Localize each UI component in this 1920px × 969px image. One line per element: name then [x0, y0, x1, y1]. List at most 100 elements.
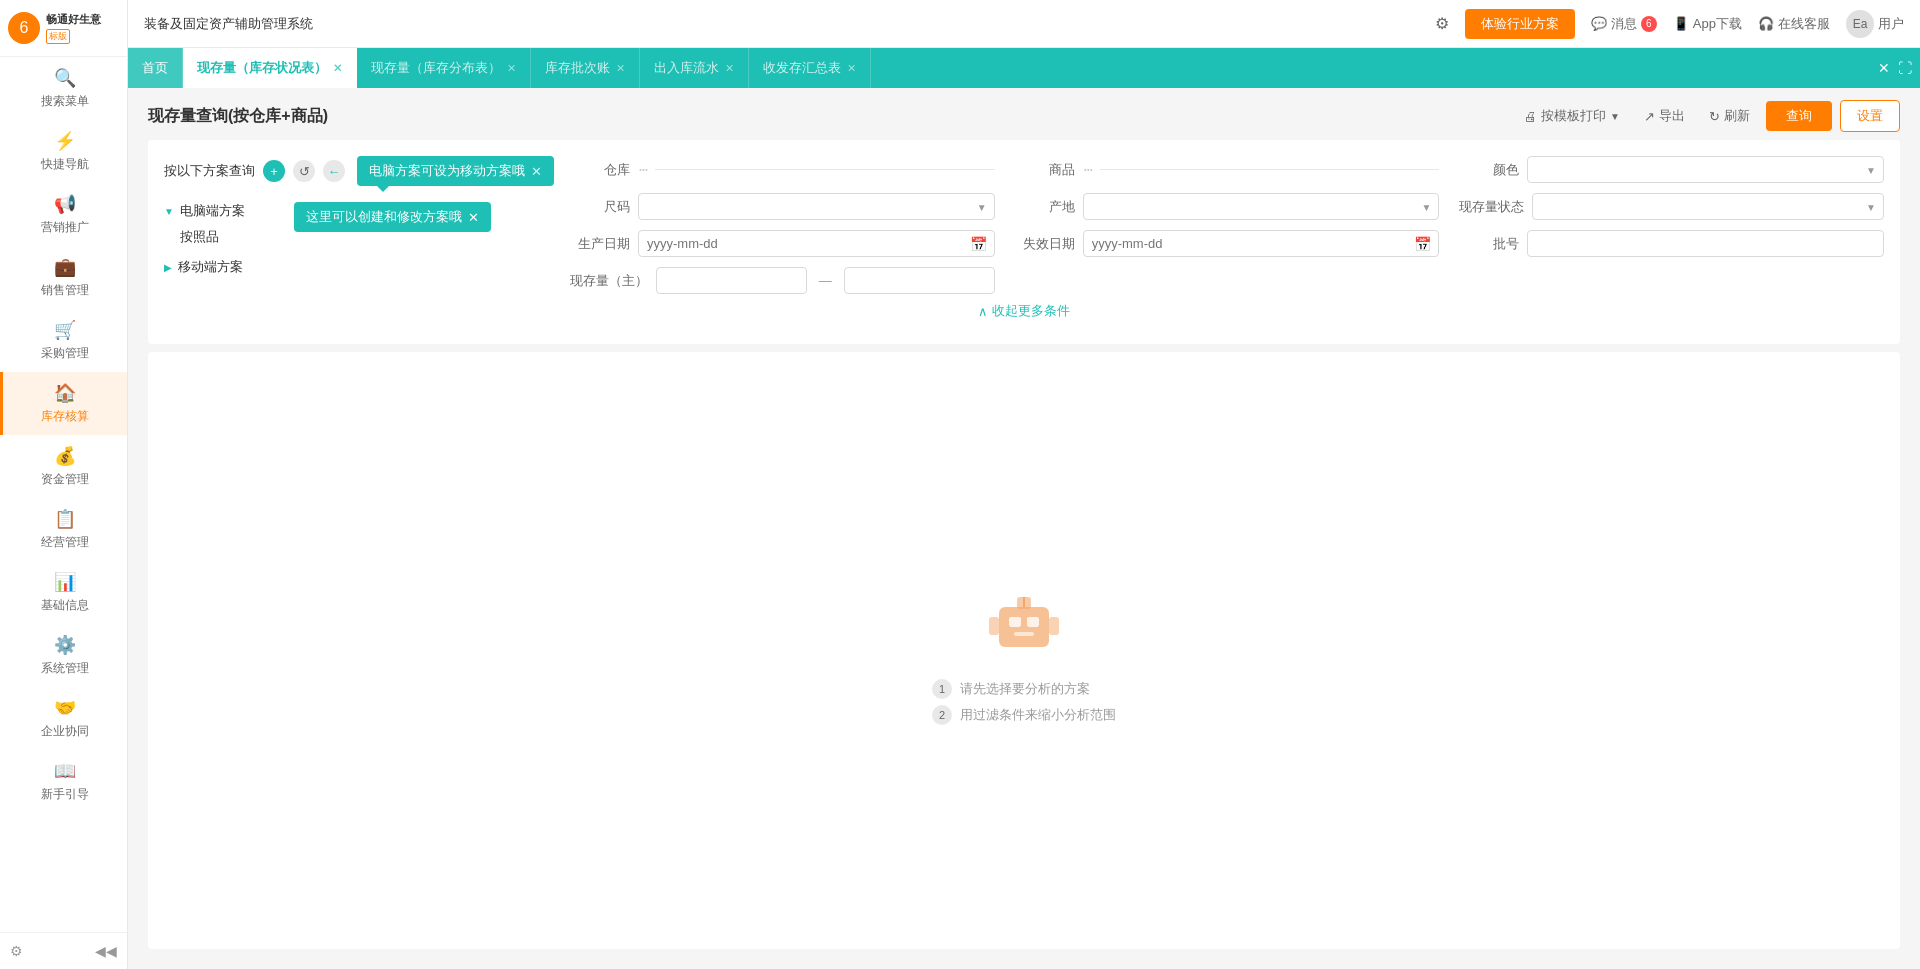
- tooltip2-close[interactable]: ✕: [468, 210, 479, 225]
- tab-stock-batch[interactable]: 库存批次账 ✕: [531, 48, 640, 88]
- app-name: 畅通好生意: [46, 12, 101, 26]
- collapse-label: 收起更多条件: [992, 302, 1070, 320]
- tab-summary[interactable]: 收发存汇总表 ✕: [749, 48, 871, 88]
- mobile-plan-item[interactable]: ▶ 移动端方案: [164, 254, 554, 280]
- stock-main-from[interactable]: [656, 267, 807, 294]
- print-btn[interactable]: 🖨 按模板打印 ▼: [1516, 103, 1628, 129]
- color-field: 颜色 ▼: [1459, 156, 1884, 183]
- calendar-icon-exp: 📅: [1414, 236, 1431, 252]
- production-date-input[interactable]: [638, 230, 995, 257]
- color-select[interactable]: [1527, 156, 1884, 183]
- basic-info-icon: 📊: [54, 571, 76, 593]
- finance-icon: 💰: [54, 445, 76, 467]
- content-area: 现存量查询(按仓库+商品) 🖨 按模板打印 ▼ ↗ 导出 ↻ 刷新 查询 设置: [128, 88, 1920, 969]
- sales-icon: 💼: [54, 256, 76, 278]
- empty-state: 1 请先选择要分析的方案 2 用过滤条件来缩小分析范围: [148, 352, 1900, 949]
- stock-main-label: 现存量（主）: [570, 272, 648, 290]
- back-btn[interactable]: ←: [323, 160, 345, 182]
- tab-summary-close[interactable]: ✕: [847, 62, 856, 75]
- collapse-arrow-icon: ∧: [978, 304, 988, 319]
- tab-stock-distribution-close[interactable]: ✕: [507, 62, 516, 75]
- sidebar-item-system[interactable]: ⚙️ 系统管理: [0, 624, 127, 687]
- svg-rect-0: [999, 607, 1049, 647]
- tooltip2-text: 这里可以创建和修改方案哦: [306, 208, 462, 226]
- warehouse-dots[interactable]: ···: [638, 159, 647, 180]
- page-header: 现存量查询(按仓库+商品) 🖨 按模板打印 ▼ ↗ 导出 ↻ 刷新 查询 设置: [128, 88, 1920, 140]
- tabs-maximize[interactable]: ⛶: [1898, 60, 1912, 76]
- sidebar-navigation: 🔍 搜索菜单 ⚡ 快捷导航 📢 营销推广 💼 销售管理 🛒 采购管理 🏠 库存核…: [0, 57, 127, 932]
- tab-inout-flow-close[interactable]: ✕: [725, 62, 734, 75]
- tab-stock-batch-close[interactable]: ✕: [616, 62, 625, 75]
- svg-rect-1: [1009, 617, 1021, 627]
- sidebar-item-guide-label: 新手引导: [41, 786, 89, 803]
- svg-rect-2: [1027, 617, 1039, 627]
- refresh-icon: ↻: [1709, 109, 1720, 124]
- tooltip1-close[interactable]: ✕: [531, 164, 542, 179]
- topbar-right-actions: 💬 消息 6 📱 App下载 🎧 在线客服 Ea 用户: [1591, 10, 1904, 38]
- sidebar-item-finance[interactable]: 💰 资金管理: [0, 435, 127, 498]
- tabs-actions: ✕ ⛶: [1870, 48, 1920, 88]
- goods-dots[interactable]: ···: [1083, 159, 1092, 180]
- batch-label: 批号: [1459, 235, 1519, 253]
- tab-stock-status-close[interactable]: ✕: [333, 62, 342, 75]
- export-icon: ↗: [1644, 109, 1655, 124]
- tab-stock-distribution[interactable]: 现存量（库存分布表） ✕: [357, 48, 531, 88]
- settings-btn[interactable]: ⚙: [10, 943, 23, 959]
- tab-stock-status[interactable]: 现存量（库存状况表） ✕: [183, 48, 357, 88]
- query-btn[interactable]: 查询: [1766, 101, 1832, 131]
- trial-btn[interactable]: 体验行业方案: [1465, 9, 1575, 39]
- collapse-more-btn[interactable]: ∧ 收起更多条件: [164, 294, 1884, 328]
- batch-input[interactable]: [1527, 230, 1884, 257]
- main-area: 装备及固定资产辅助管理系统 ⚙ 体验行业方案 💬 消息 6 📱 App下载 🎧 …: [128, 0, 1920, 969]
- export-btn[interactable]: ↗ 导出: [1636, 103, 1693, 129]
- online-support-btn[interactable]: 🎧 在线客服: [1758, 15, 1830, 33]
- filter-fields: 仓库 ··· 商品 ··· 颜色: [570, 156, 1884, 294]
- tab-inout-flow[interactable]: 出入库流水 ✕: [640, 48, 749, 88]
- headset-icon: 🎧: [1758, 16, 1774, 31]
- user-area[interactable]: Ea 用户: [1846, 10, 1904, 38]
- sidebar-item-enterprise[interactable]: 🤝 企业协同: [0, 687, 127, 750]
- system-icon: ⚙️: [54, 634, 76, 656]
- sidebar-item-sales[interactable]: 💼 销售管理: [0, 246, 127, 309]
- stock-status-select[interactable]: [1532, 193, 1884, 220]
- tab-stock-distribution-label: 现存量（库存分布表）: [371, 59, 501, 77]
- sidebar-item-quick-nav[interactable]: ⚡ 快捷导航: [0, 120, 127, 183]
- sidebar-item-inventory[interactable]: 🏠 库存核算: [0, 372, 127, 435]
- refresh-plan-btn[interactable]: ↺: [293, 160, 315, 182]
- refresh-btn[interactable]: ↻ 刷新: [1701, 103, 1758, 129]
- expiry-date-input[interactable]: [1083, 230, 1440, 257]
- user-label: 用户: [1878, 15, 1904, 33]
- page-title: 现存量查询(按仓库+商品): [148, 106, 328, 127]
- stock-status-label: 现存量状态: [1459, 198, 1524, 216]
- add-plan-btn[interactable]: +: [263, 160, 285, 182]
- tooltip-desktop-plan: 电脑方案可设为移动方案哦 ✕: [357, 156, 554, 186]
- sidebar-item-basic-info[interactable]: 📊 基础信息: [0, 561, 127, 624]
- sidebar-item-guide[interactable]: 📖 新手引导: [0, 750, 127, 813]
- set-btn[interactable]: 设置: [1840, 100, 1900, 132]
- messages-btn[interactable]: 💬 消息 6: [1591, 15, 1657, 33]
- sidebar-item-operations[interactable]: 📋 经营管理: [0, 498, 127, 561]
- sidebar-item-search-label: 搜索菜单: [41, 93, 89, 110]
- origin-select[interactable]: [1083, 193, 1440, 220]
- inventory-icon: 🏠: [54, 382, 76, 404]
- sidebar-item-purchase-label: 采购管理: [41, 345, 89, 362]
- topbar-settings-icon[interactable]: ⚙: [1435, 14, 1449, 33]
- stock-main-to[interactable]: [844, 267, 995, 294]
- sidebar-item-search[interactable]: 🔍 搜索菜单: [0, 57, 127, 120]
- tab-stock-batch-label: 库存批次账: [545, 59, 610, 77]
- size-select[interactable]: [638, 193, 995, 220]
- sidebar-item-marketing[interactable]: 📢 营销推广: [0, 183, 127, 246]
- tabs-close-all[interactable]: ✕: [1878, 60, 1890, 76]
- collapse-sidebar-btn[interactable]: ◀◀: [95, 943, 117, 959]
- step-1-num: 1: [932, 679, 952, 699]
- plan-child-label: 按照品: [180, 228, 219, 246]
- production-date-label: 生产日期: [570, 235, 630, 253]
- sidebar-item-purchase[interactable]: 🛒 采购管理: [0, 309, 127, 372]
- tab-home[interactable]: 首页: [128, 48, 183, 88]
- goods-field: 商品 ···: [1015, 156, 1440, 183]
- color-label: 颜色: [1459, 161, 1519, 179]
- stock-separator: —: [815, 273, 836, 288]
- app-download-btn[interactable]: 📱 App下载: [1673, 15, 1742, 33]
- print-label: 按模板打印: [1541, 107, 1606, 125]
- stock-status-field: 现存量状态 ▼: [1459, 193, 1884, 220]
